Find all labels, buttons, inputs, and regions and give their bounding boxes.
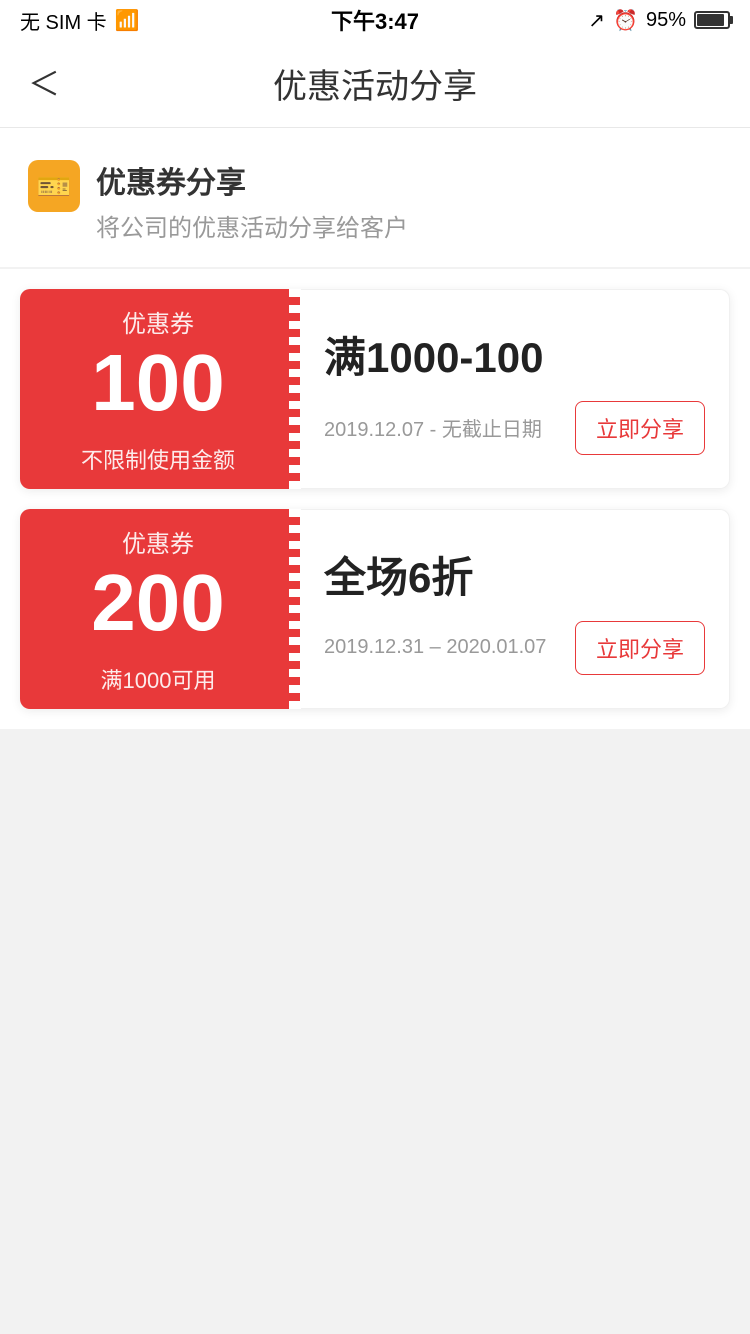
carrier-text: 无 SIM 卡	[20, 6, 107, 35]
status-right: ↗ ⏰ 95%	[588, 8, 730, 33]
wifi-icon: 📶	[115, 8, 140, 33]
coupon-condition-1: 满1000可用	[101, 663, 216, 695]
coupon-amount-0: 100	[91, 343, 224, 423]
nav-title: 优惠活动分享	[273, 59, 477, 108]
status-left: 无 SIM 卡 📶	[20, 6, 140, 35]
status-time: 下午3:47	[331, 4, 419, 36]
coupon-date-1: 2019.12.31 – 2020.01.07	[324, 636, 565, 659]
share-button-0[interactable]: 立即分享	[575, 401, 705, 455]
back-button[interactable]: ＜	[28, 68, 60, 100]
coupon-meta-0: 2019.12.07 - 无截止日期 立即分享	[324, 401, 705, 455]
section-header: 🎫 优惠券分享 将公司的优惠活动分享给客户	[0, 128, 750, 267]
coupon-left-1: 优惠券 200 满1000可用	[20, 509, 300, 709]
status-bar: 无 SIM 卡 📶 下午3:47 ↗ ⏰ 95%	[0, 0, 750, 40]
nav-bar: ＜ 优惠活动分享	[0, 40, 750, 128]
coupon-right-1: 全场6折 2019.12.31 – 2020.01.07 立即分享	[300, 509, 730, 709]
location-icon: ↗	[588, 8, 605, 33]
coupon-condition-0: 不限制使用金额	[81, 443, 235, 475]
section-subtitle: 将公司的优惠活动分享给客户	[96, 208, 408, 243]
section-title: 优惠券分享	[96, 158, 408, 202]
coupon-card: 优惠券 200 满1000可用 全场6折 2019.12.31 – 2020.0…	[20, 509, 730, 709]
coupon-name-0: 满1000-100	[324, 324, 705, 385]
coupon-label-0: 优惠券	[122, 304, 194, 339]
coupon-name-1: 全场6折	[324, 544, 705, 605]
coupon-label-1: 优惠券	[122, 524, 194, 559]
coupon-share-icon: 🎫	[28, 160, 80, 212]
battery-icon	[694, 11, 730, 29]
coupon-left-0: 优惠券 100 不限制使用金额	[20, 289, 300, 489]
coupon-right-0: 满1000-100 2019.12.07 - 无截止日期 立即分享	[300, 289, 730, 489]
coupon-meta-1: 2019.12.31 – 2020.01.07 立即分享	[324, 621, 705, 675]
share-button-1[interactable]: 立即分享	[575, 621, 705, 675]
section-text: 优惠券分享 将公司的优惠活动分享给客户	[96, 158, 408, 243]
coupons-list: 优惠券 100 不限制使用金额 满1000-100 2019.12.07 - 无…	[0, 269, 750, 729]
battery-percent: 95%	[646, 9, 686, 32]
coupon-amount-1: 200	[91, 563, 224, 643]
coupon-card: 优惠券 100 不限制使用金额 满1000-100 2019.12.07 - 无…	[20, 289, 730, 489]
empty-area	[0, 729, 750, 1229]
alarm-icon: ⏰	[613, 8, 638, 33]
coupon-date-0: 2019.12.07 - 无截止日期	[324, 413, 565, 442]
